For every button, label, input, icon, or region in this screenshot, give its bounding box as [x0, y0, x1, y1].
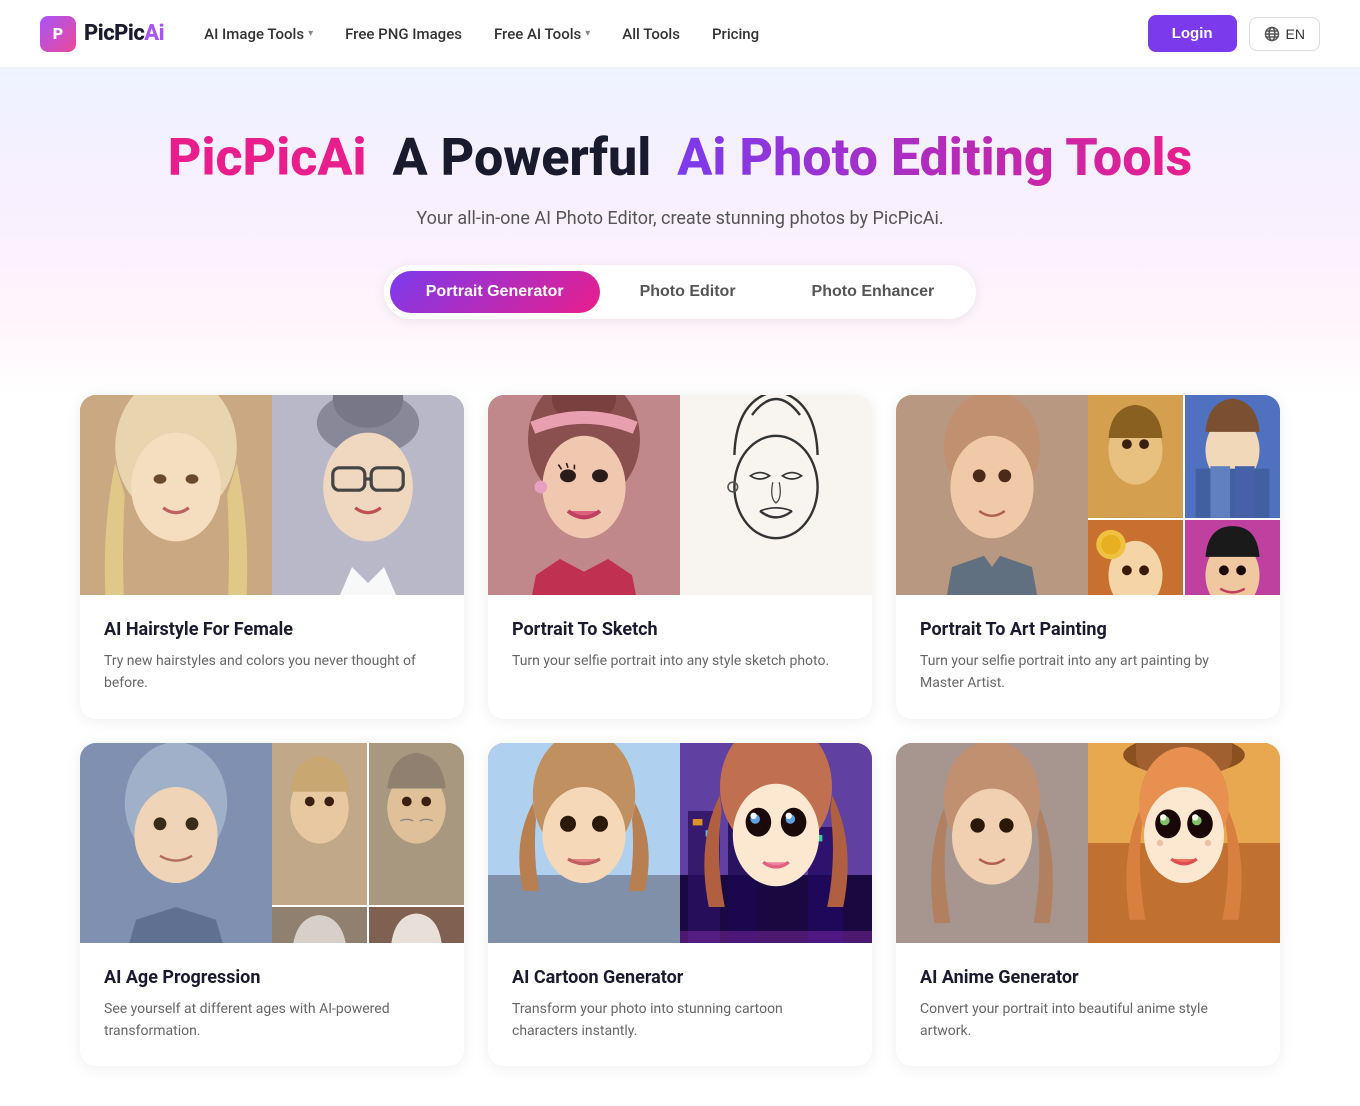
- card-hairstyle[interactable]: AI Hairstyle For Female Try new hairstyl…: [80, 395, 464, 719]
- card-hairstyle-title: AI Hairstyle For Female: [104, 619, 440, 640]
- card-anime-image: [896, 743, 1280, 943]
- card-cartoon-body: AI Cartoon Generator Transform your phot…: [488, 943, 872, 1067]
- card-sketch-image: [488, 395, 872, 595]
- tab-photo-enhancer[interactable]: Photo Enhancer: [776, 271, 971, 313]
- card-art-photo: [896, 395, 1088, 595]
- card-cartoon-image: [488, 743, 872, 943]
- card-hairstyle-desc: Try new hairstyles and colors you never …: [104, 650, 440, 695]
- nav-item-free-ai-tools[interactable]: Free AI Tools ▾: [494, 25, 590, 43]
- card-anime-result: [1088, 743, 1280, 943]
- nav-item-pricing[interactable]: Pricing: [712, 25, 759, 43]
- card-age-image: [80, 743, 464, 943]
- nav-right: Login EN: [1148, 15, 1320, 52]
- nav-item-ai-image-tools[interactable]: AI Image Tools ▾: [204, 25, 313, 43]
- card-cartoon-desc: Transform your photo into stunning carto…: [512, 998, 848, 1043]
- hero-gradient-text: Ai Photo Editing Tools: [677, 127, 1192, 188]
- card-hairstyle-body: AI Hairstyle For Female Try new hairstyl…: [80, 595, 464, 719]
- card-hairstyle-after: [272, 395, 464, 595]
- card-age-variants: [272, 743, 464, 943]
- logo-icon-letter: P: [53, 24, 63, 43]
- hero-brand: PicPicAi: [168, 127, 367, 188]
- card-age-var-4: [369, 907, 464, 943]
- logo[interactable]: P PicPicAi: [40, 16, 164, 52]
- card-art-style-4: [1185, 520, 1280, 595]
- language-selector[interactable]: EN: [1249, 17, 1320, 51]
- lang-label: EN: [1286, 26, 1305, 42]
- hero-section: PicPicAi A Powerful Ai Photo Editing Too…: [0, 68, 1360, 395]
- card-age-desc: See yourself at different ages with AI-p…: [104, 998, 440, 1043]
- logo-text: PicPicAi: [84, 21, 164, 46]
- card-art-style-2: [1185, 395, 1280, 518]
- hero-subtitle: Your all-in-one AI Photo Editor, create …: [40, 208, 1320, 229]
- chevron-down-icon-2: ▾: [585, 28, 590, 39]
- nav-links: AI Image Tools ▾ Free PNG Images Free AI…: [204, 25, 759, 43]
- card-hairstyle-before: [80, 395, 272, 595]
- nav-item-all-tools[interactable]: All Tools: [622, 25, 680, 43]
- chevron-down-icon: ▾: [308, 28, 313, 39]
- card-anime-title: AI Anime Generator: [920, 967, 1256, 988]
- card-anime[interactable]: AI Anime Generator Convert your portrait…: [896, 743, 1280, 1067]
- nav-left: P PicPicAi AI Image Tools ▾ Free PNG Ima…: [40, 16, 759, 52]
- card-art-image: [896, 395, 1280, 595]
- card-art-body: Portrait To Art Painting Turn your selfi…: [896, 595, 1280, 719]
- login-button[interactable]: Login: [1148, 15, 1237, 52]
- cards-section: AI Hairstyle For Female Try new hairstyl…: [40, 395, 1320, 1106]
- card-hairstyle-image: [80, 395, 464, 595]
- tabs: Portrait Generator Photo Editor Photo En…: [384, 265, 976, 319]
- card-art-title: Portrait To Art Painting: [920, 619, 1256, 640]
- card-art[interactable]: Portrait To Art Painting Turn your selfi…: [896, 395, 1280, 719]
- card-age-var-2: [369, 743, 464, 905]
- hero-title: PicPicAi A Powerful Ai Photo Editing Too…: [40, 128, 1320, 188]
- tab-photo-editor[interactable]: Photo Editor: [604, 271, 772, 313]
- card-age-photo: [80, 743, 272, 943]
- card-cartoon-title: AI Cartoon Generator: [512, 967, 848, 988]
- card-sketch-drawing: [680, 395, 872, 595]
- card-cartoon-result: [680, 743, 872, 943]
- card-age[interactable]: AI Age Progression See yourself at diffe…: [80, 743, 464, 1067]
- card-sketch-body: Portrait To Sketch Turn your selfie port…: [488, 595, 872, 696]
- tab-portrait-generator[interactable]: Portrait Generator: [390, 271, 600, 313]
- card-sketch-desc: Turn your selfie portrait into any style…: [512, 650, 848, 672]
- globe-icon: [1264, 26, 1280, 42]
- card-art-style-1: [1088, 395, 1183, 518]
- logo-icon: P: [40, 16, 76, 52]
- card-art-desc: Turn your selfie portrait into any art p…: [920, 650, 1256, 695]
- card-age-var-3: [272, 907, 367, 943]
- card-sketch-photo: [488, 395, 680, 595]
- card-art-style-3: [1088, 520, 1183, 595]
- card-anime-desc: Convert your portrait into beautiful ani…: [920, 998, 1256, 1043]
- nav-item-free-png[interactable]: Free PNG Images: [345, 25, 462, 43]
- card-anime-photo: [896, 743, 1088, 943]
- card-cartoon-photo: [488, 743, 680, 943]
- card-age-title: AI Age Progression: [104, 967, 440, 988]
- hero-title-mid: A Powerful: [392, 127, 651, 188]
- card-art-grid: [1088, 395, 1280, 595]
- card-age-body: AI Age Progression See yourself at diffe…: [80, 943, 464, 1067]
- card-cartoon[interactable]: AI Cartoon Generator Transform your phot…: [488, 743, 872, 1067]
- navbar: P PicPicAi AI Image Tools ▾ Free PNG Ima…: [0, 0, 1360, 68]
- tabs-container: Portrait Generator Photo Editor Photo En…: [40, 265, 1320, 319]
- card-sketch[interactable]: Portrait To Sketch Turn your selfie port…: [488, 395, 872, 719]
- card-age-var-1: [272, 743, 367, 905]
- cards-grid: AI Hairstyle For Female Try new hairstyl…: [80, 395, 1280, 1067]
- card-anime-body: AI Anime Generator Convert your portrait…: [896, 943, 1280, 1067]
- card-sketch-title: Portrait To Sketch: [512, 619, 848, 640]
